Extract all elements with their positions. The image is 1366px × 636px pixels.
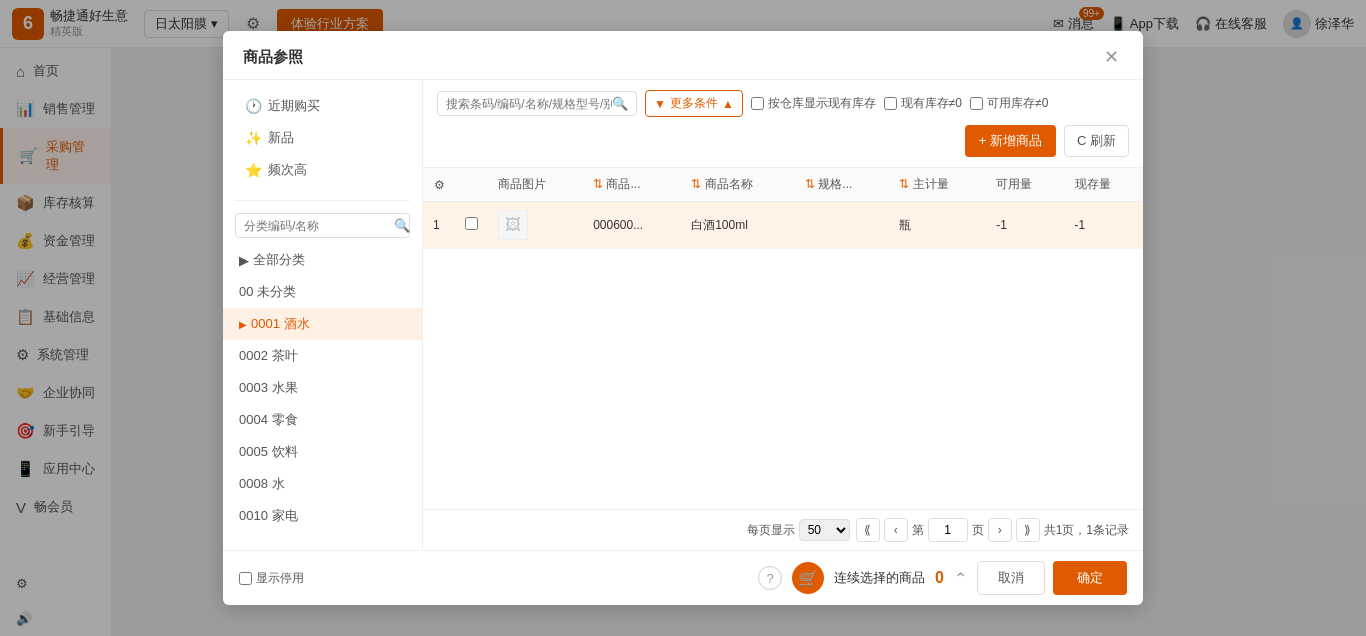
- sort-icon-unit: ⇅: [899, 177, 909, 191]
- last-page-button[interactable]: ⟫: [1016, 518, 1040, 542]
- td-check[interactable]: [455, 202, 488, 249]
- table-header-row: ⚙ 商品图片 ⇅ 商品... ⇅: [423, 168, 1143, 202]
- modal-header: 商品参照 ✕: [223, 31, 1143, 80]
- divider: [235, 200, 410, 201]
- category-tea[interactable]: 0002 茶叶: [223, 340, 422, 372]
- help-icon[interactable]: ?: [758, 566, 782, 590]
- category-liquor[interactable]: ▶ 0001 酒水: [223, 308, 422, 340]
- page-size-selector[interactable]: 每页显示 50 20 100: [747, 519, 850, 541]
- warehouse-checkbox[interactable]: [751, 97, 764, 110]
- add-product-button[interactable]: + 新增商品: [965, 125, 1056, 157]
- category-all[interactable]: ▶ 全部分类: [223, 244, 422, 276]
- quick-access: 🕐 近期购买 ✨ 新品 ⭐ 频次高: [223, 90, 422, 194]
- quick-frequent[interactable]: ⭐ 频次高: [235, 154, 410, 186]
- checkbox-warehouse[interactable]: 按仓库显示现有库存: [751, 95, 876, 112]
- th-stock: 现存量: [1065, 168, 1143, 202]
- product-lookup-modal: 商品参照 ✕ 🕐 近期购买 ✨ 新品 ⭐ 频次高: [223, 31, 1143, 605]
- modal-body: 🕐 近期购买 ✨ 新品 ⭐ 频次高 🔍: [223, 80, 1143, 550]
- active-arrow-icon: ▶: [239, 319, 247, 330]
- category-snack[interactable]: 0004 零食: [223, 404, 422, 436]
- cart-area: ? 🛒 连续选择的商品 0 ⌃: [758, 562, 967, 594]
- modal-footer: 显示停用 ? 🛒 连续选择的商品 0 ⌃ 取消 确定: [223, 550, 1143, 605]
- td-available: -1: [986, 202, 1064, 249]
- table-row[interactable]: 1 🖼 000600... 白酒100ml: [423, 202, 1143, 249]
- th-check: [455, 168, 488, 202]
- td-index: 1: [423, 202, 455, 249]
- total-records: 共1页，1条记录: [1044, 522, 1129, 539]
- td-unit: 瓶: [889, 202, 986, 249]
- refresh-button[interactable]: C 刷新: [1064, 125, 1129, 157]
- chevron-up-icon: ▲: [722, 97, 734, 111]
- td-spec: [795, 202, 889, 249]
- show-disabled-checkbox[interactable]: 显示停用: [239, 570, 304, 587]
- cancel-button[interactable]: 取消: [977, 561, 1045, 595]
- cart-icon[interactable]: 🛒: [792, 562, 824, 594]
- category-fruit[interactable]: 0003 水果: [223, 372, 422, 404]
- checkbox-current-stock[interactable]: 现有库存≠0: [884, 95, 962, 112]
- page-number-input[interactable]: [928, 518, 968, 542]
- td-image: 🖼: [488, 202, 583, 249]
- quick-recent[interactable]: 🕐 近期购买: [235, 90, 410, 122]
- disabled-checkbox[interactable]: [239, 572, 252, 585]
- footer-actions: 取消 确定: [977, 561, 1127, 595]
- category-appliance[interactable]: 0010 家电: [223, 500, 422, 532]
- th-settings[interactable]: ⚙: [423, 168, 455, 202]
- product-search-box[interactable]: 🔍: [437, 91, 637, 116]
- footer-left: 显示停用: [239, 570, 304, 587]
- sort-icon: ⇅: [593, 177, 603, 191]
- product-table: ⚙ 商品图片 ⇅ 商品... ⇅: [423, 168, 1143, 249]
- th-spec[interactable]: ⇅ 规格...: [795, 168, 889, 202]
- prev-page-button[interactable]: ‹: [884, 518, 908, 542]
- th-unit[interactable]: ⇅ 主计量: [889, 168, 986, 202]
- category-list: ▶ 全部分类 00 未分类 ▶ 0001 酒水 0002 茶叶 0003 水果: [223, 244, 422, 540]
- td-name: 白酒100ml: [681, 202, 795, 249]
- confirm-button[interactable]: 确定: [1053, 561, 1127, 595]
- toolbar-right: + 新增商品 C 刷新: [965, 125, 1129, 157]
- product-image: 🖼: [498, 210, 528, 240]
- td-code: 000600...: [583, 202, 681, 249]
- th-available: 可用量: [986, 168, 1064, 202]
- modal-toolbar: 🔍 ▼ 更多条件 ▲ 按仓库显示现有库存 现有库存≠0: [423, 80, 1143, 168]
- modal-left-panel: 🕐 近期购买 ✨ 新品 ⭐ 频次高 🔍: [223, 80, 423, 550]
- th-name[interactable]: ⇅ 商品名称: [681, 168, 795, 202]
- th-image: 商品图片: [488, 168, 583, 202]
- new-icon: ✨: [245, 130, 262, 146]
- category-search-box[interactable]: 🔍: [235, 213, 410, 238]
- th-code[interactable]: ⇅ 商品...: [583, 168, 681, 202]
- modal-close-button[interactable]: ✕: [1099, 45, 1123, 69]
- search-icon[interactable]: 🔍: [394, 218, 410, 233]
- cart-collapse-icon[interactable]: ⌃: [954, 569, 967, 588]
- product-table-wrapper: ⚙ 商品图片 ⇅ 商品... ⇅: [423, 168, 1143, 509]
- modal-right-panel: 🔍 ▼ 更多条件 ▲ 按仓库显示现有库存 现有库存≠0: [423, 80, 1143, 550]
- category-water[interactable]: 0008 水: [223, 468, 422, 500]
- checkbox-available-stock[interactable]: 可用库存≠0: [970, 95, 1048, 112]
- sort-icon-name: ⇅: [691, 177, 701, 191]
- search-icon[interactable]: 🔍: [612, 96, 628, 111]
- category-search-input[interactable]: [244, 219, 394, 233]
- next-page-button[interactable]: ›: [988, 518, 1012, 542]
- first-page-button[interactable]: ⟪: [856, 518, 880, 542]
- page-navigation: ⟪ ‹ 第 页 › ⟫ 共1页，1条记录: [856, 518, 1129, 542]
- pagination: 每页显示 50 20 100 ⟪ ‹ 第 页 ›: [423, 509, 1143, 550]
- clock-icon: 🕐: [245, 98, 262, 114]
- page-size-select[interactable]: 50 20 100: [799, 519, 850, 541]
- modal-overlay: 商品参照 ✕ 🕐 近期购买 ✨ 新品 ⭐ 频次高: [0, 0, 1366, 636]
- filter-button[interactable]: ▼ 更多条件 ▲: [645, 90, 743, 117]
- category-unclassified[interactable]: 00 未分类: [223, 276, 422, 308]
- star-icon: ⭐: [245, 162, 262, 178]
- filter-icon: ▼: [654, 97, 666, 111]
- row-checkbox[interactable]: [465, 217, 478, 230]
- category-beverage[interactable]: 0005 饮料: [223, 436, 422, 468]
- sort-icon-spec: ⇅: [805, 177, 815, 191]
- quick-new[interactable]: ✨ 新品: [235, 122, 410, 154]
- modal-title: 商品参照: [243, 48, 303, 67]
- product-search-input[interactable]: [446, 97, 612, 111]
- available-stock-checkbox[interactable]: [970, 97, 983, 110]
- current-stock-checkbox[interactable]: [884, 97, 897, 110]
- arrow-right-icon: ▶: [239, 253, 249, 268]
- td-stock: -1: [1065, 202, 1143, 249]
